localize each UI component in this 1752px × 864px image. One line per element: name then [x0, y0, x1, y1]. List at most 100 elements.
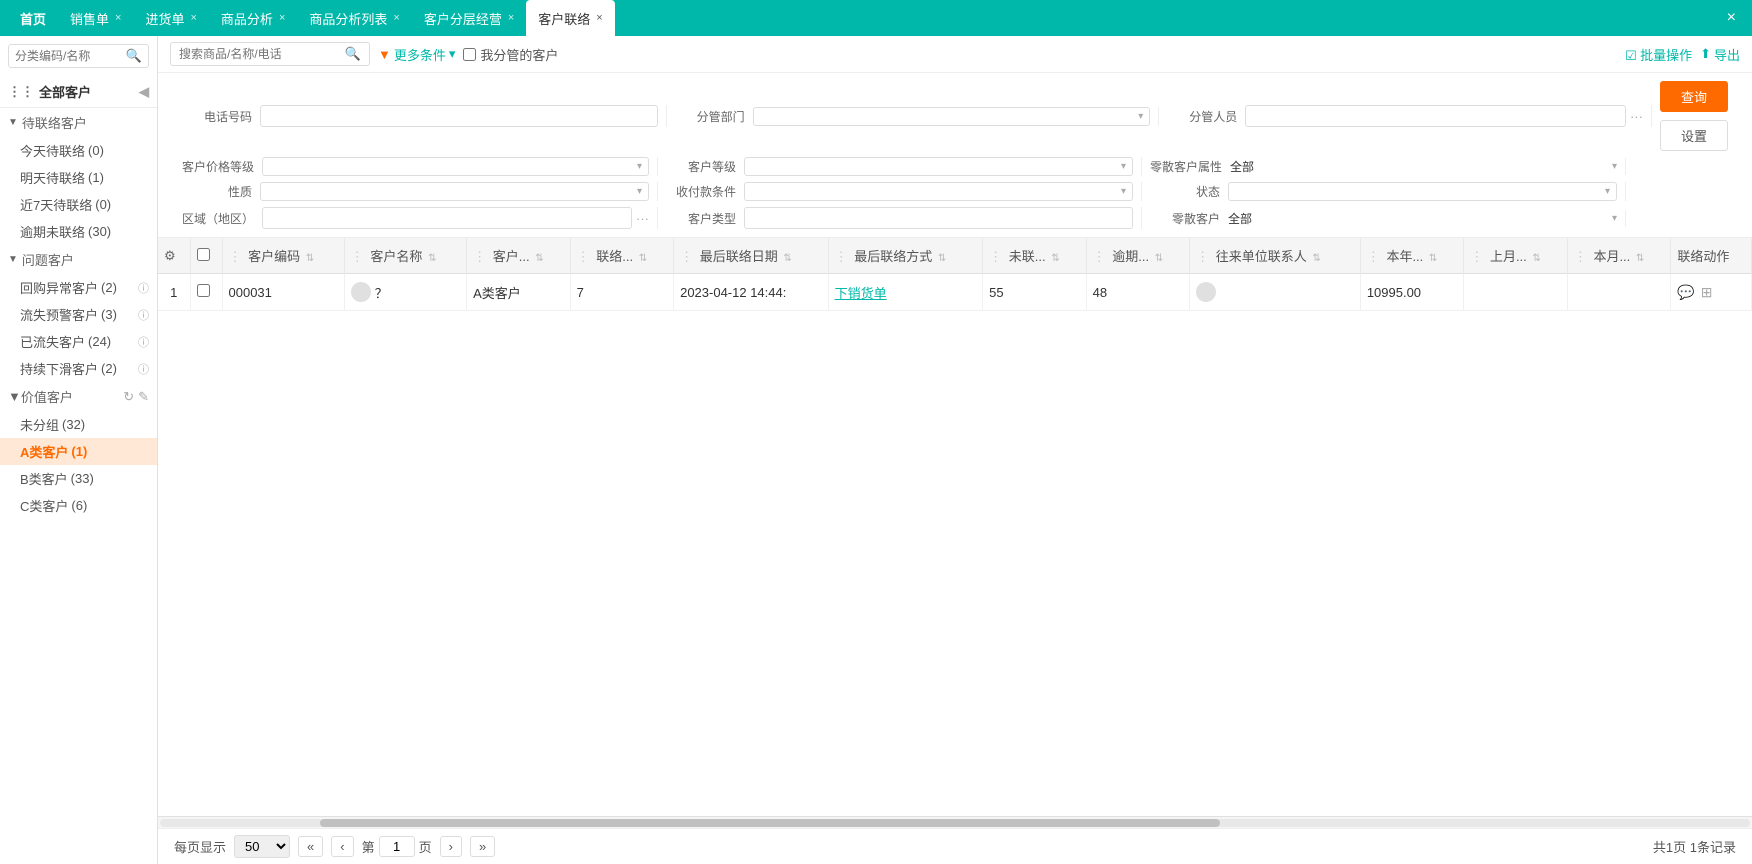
horizontal-scrollbar[interactable] [158, 816, 1752, 828]
sidebar-search-box[interactable]: 🔍 [8, 44, 149, 68]
more-filter-btn[interactable]: ▼ 更多条件 ▾ [378, 45, 455, 64]
col-not-contacted[interactable]: ⋮ 未联... ⇅ [983, 238, 1087, 274]
sort-method[interactable]: ⇅ [938, 253, 946, 264]
nav-tab-customercontact[interactable]: 客户联络 × [526, 0, 614, 36]
refresh-value-icon[interactable]: ↻ [123, 389, 134, 405]
sidebar-item-churn-warning[interactable]: 流失预警客户 (3) ⓘ [0, 301, 157, 328]
sidebar-item-declining[interactable]: 持续下滑客户 (2) ⓘ [0, 355, 157, 382]
sort-person[interactable]: ⇅ [1312, 253, 1320, 264]
close-tab-customercontact[interactable]: × [596, 12, 602, 24]
sidebar-item-churned[interactable]: 已流失客户 (24) ⓘ [0, 328, 157, 355]
nav-tab-analysislist[interactable]: 商品分析列表 × [297, 0, 411, 36]
chat-action-icon[interactable]: 💬 [1677, 284, 1694, 301]
select-all-checkbox[interactable] [197, 248, 210, 261]
sidebar-item-ungrouped[interactable]: 未分组 (32) [0, 411, 157, 438]
sort-thisyear[interactable]: ⇅ [1429, 253, 1437, 264]
edit-value-icon[interactable]: ✎ [138, 389, 149, 405]
sidebar-item-tomorrow-contact[interactable]: 明天待联络 (1) [0, 164, 157, 191]
sidebar-all-customers[interactable]: ⋮⋮ 全部客户 ◀ [0, 76, 157, 108]
close-tab-customerlayer[interactable]: × [508, 12, 514, 24]
input-manager[interactable] [1245, 105, 1626, 127]
nav-tab-purchaseorder[interactable]: 进货单 × [133, 0, 208, 36]
sidebar-item-repurchase-abnormal[interactable]: 回购异常客户 (2) ⓘ [0, 274, 157, 301]
scrollbar-thumb[interactable] [320, 819, 1220, 827]
sidebar-item-overdue-contact[interactable]: 逾期未联络 (30) [0, 218, 157, 245]
col-this-year[interactable]: ⋮ 本年... ⇅ [1360, 238, 1464, 274]
export-btn[interactable]: ⬆ 导出 [1700, 45, 1740, 64]
close-tab-salesorder[interactable]: × [115, 12, 121, 24]
qr-action-icon[interactable]: ⊞ [1701, 284, 1713, 301]
main-search-input[interactable] [179, 47, 345, 61]
next-page-btn[interactable]: › [440, 836, 462, 857]
nav-tab-analysis[interactable]: 商品分析 × [209, 0, 297, 36]
sort-type[interactable]: ⇅ [535, 253, 543, 264]
select-payment[interactable]: ▾ [744, 182, 1133, 201]
select-status[interactable]: ▾ [1228, 182, 1617, 201]
sort-contact[interactable]: ⇅ [639, 253, 647, 264]
sort-overdue[interactable]: ⇅ [1155, 253, 1163, 264]
setting-button[interactable]: 设置 [1660, 120, 1728, 151]
sort-thismonth[interactable]: ⇅ [1636, 253, 1644, 264]
col-overdue[interactable]: ⋮ 逾期... ⇅ [1086, 238, 1190, 274]
sidebar-item-class-c[interactable]: C类客户 (6) [0, 492, 157, 519]
section-problem-customers[interactable]: ▼ 问题客户 [0, 245, 157, 274]
first-page-btn[interactable]: « [298, 836, 323, 857]
col-last-contact-date[interactable]: ⋮ 最后联络日期 ⇅ [674, 238, 829, 274]
input-phone[interactable] [260, 105, 658, 127]
col-contact-count[interactable]: ⋮ 联络... ⇅ [570, 238, 674, 274]
sort-lastmonth[interactable]: ⇅ [1532, 253, 1540, 264]
sidebar-search-icon[interactable]: 🔍 [126, 48, 142, 64]
select-customer-level[interactable]: ▾ [744, 157, 1133, 176]
last-page-btn[interactable]: » [470, 836, 495, 857]
settings-gear-icon[interactable]: ⚙ [164, 248, 176, 263]
batch-op-btn[interactable]: ☑ 批量操作 [1625, 45, 1692, 64]
sidebar-item-today-contact[interactable]: 今天待联络 (0) [0, 137, 157, 164]
close-all-tabs[interactable]: × [1719, 5, 1744, 31]
query-button[interactable]: 查询 [1660, 81, 1728, 112]
sort-name[interactable]: ⇅ [428, 253, 436, 264]
sort-nc[interactable]: ⇅ [1051, 253, 1059, 264]
sidebar-item-7day-contact[interactable]: 近7天待联络 (0) [0, 191, 157, 218]
sort-lastdate[interactable]: ⇅ [783, 253, 791, 264]
nav-tab-salesorder[interactable]: 销售单 × [58, 0, 133, 36]
export-icon: ⬆ [1700, 46, 1711, 62]
page-input[interactable] [379, 836, 415, 857]
nav-tab-customerlayer[interactable]: 客户分层经营 × [412, 0, 526, 36]
close-tab-purchaseorder[interactable]: × [190, 12, 196, 24]
input-customer-type[interactable] [744, 207, 1133, 229]
col-contact-person[interactable]: ⋮ 往来单位联系人 ⇅ [1190, 238, 1361, 274]
sidebar-item-class-a[interactable]: A类客户 (1) [0, 438, 157, 465]
select-department[interactable]: ▾ [753, 107, 1151, 126]
close-tab-analysis[interactable]: × [279, 12, 285, 24]
my-customers-checkbox[interactable] [463, 48, 476, 61]
select-nature[interactable]: ▾ [260, 182, 649, 201]
row-checkbox[interactable] [197, 284, 210, 297]
section-pending-contact[interactable]: ▼ 待联络客户 [0, 108, 157, 137]
col-last-contact-method[interactable]: ⋮ 最后联络方式 ⇅ [828, 238, 983, 274]
input-region[interactable] [262, 207, 632, 229]
dots-manager[interactable]: ··· [1630, 109, 1643, 124]
section-value-customers[interactable]: ▼ 价值客户 ↻ ✎ [0, 382, 157, 411]
col-name[interactable]: ⋮ 客户名称 ⇅ [344, 238, 466, 274]
col-this-month[interactable]: ⋮ 本月... ⇅ [1567, 238, 1671, 274]
my-customers-filter[interactable]: 我分管的客户 [463, 45, 558, 64]
col-customer-type[interactable]: ⋮ 客户... ⇅ [467, 238, 571, 274]
main-search-box[interactable]: 🔍 [170, 42, 370, 66]
main-search-icon[interactable]: 🔍 [345, 46, 361, 62]
sidebar-item-class-b[interactable]: B类客户 (33) [0, 465, 157, 492]
dots-region[interactable]: ··· [636, 211, 649, 226]
arrow-payment: ▾ [1121, 186, 1126, 197]
per-page-select[interactable]: 50 100 200 [234, 835, 290, 858]
select-price-level[interactable]: ▾ [262, 157, 649, 176]
scrollbar-track[interactable] [160, 819, 1750, 827]
sidebar-collapse-btn[interactable]: ◀ [139, 84, 149, 100]
sidebar-search-input[interactable] [15, 49, 126, 63]
close-tab-analysislist[interactable]: × [393, 12, 399, 24]
col-last-month[interactable]: ⋮ 上月... ⇅ [1464, 238, 1568, 274]
last-contact-method-link[interactable]: 下销货单 [835, 286, 887, 301]
arrow-problem: ▼ [8, 254, 18, 265]
prev-page-btn[interactable]: ‹ [331, 836, 353, 857]
nav-home[interactable]: 首页 [8, 0, 58, 36]
col-code[interactable]: ⋮ 客户编码 ⇅ [222, 238, 344, 274]
sort-code[interactable]: ⇅ [306, 253, 314, 264]
